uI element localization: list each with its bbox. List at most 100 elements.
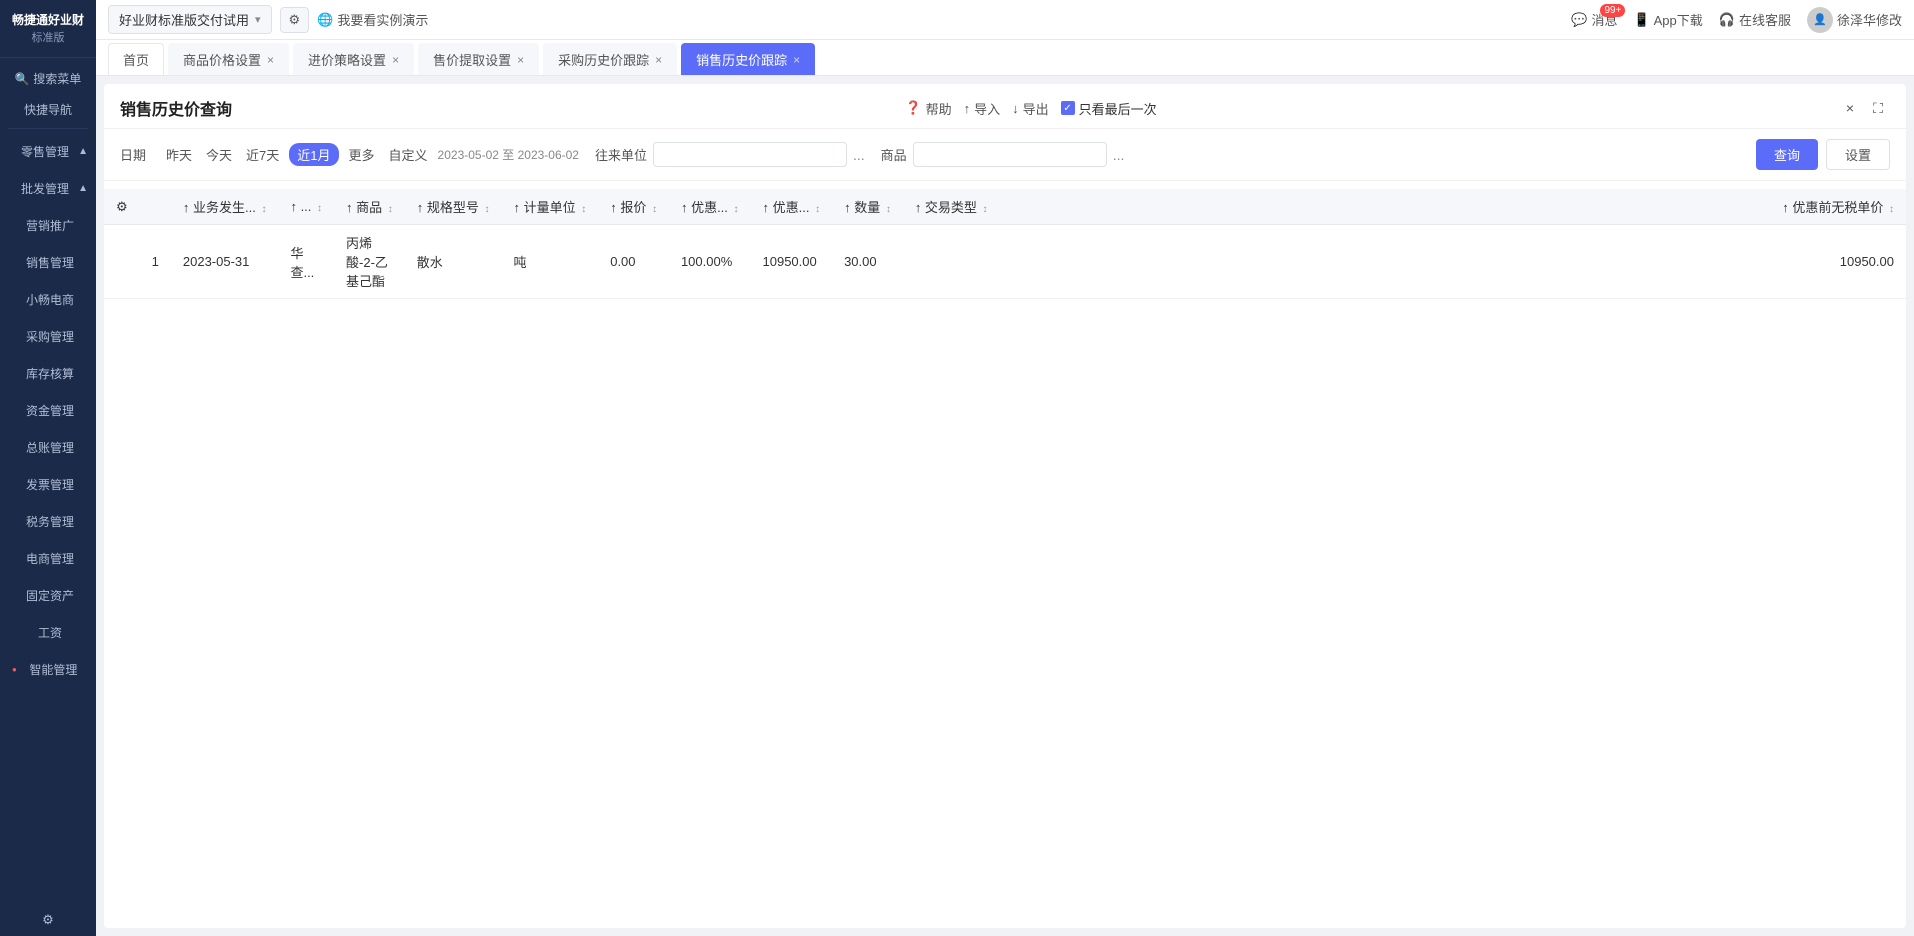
th-tx-type[interactable]: ↑ 交易类型 ↕: [903, 189, 1000, 225]
close-icon[interactable]: ×: [392, 53, 399, 67]
sidebar-item-inventory[interactable]: 库存核算: [0, 355, 96, 392]
th-quantity[interactable]: ↑ 数量 ↕: [832, 189, 903, 225]
sidebar-item-smart[interactable]: 智能管理: [0, 651, 96, 688]
sort-icon: ↕: [1889, 204, 1894, 215]
from-unit-input[interactable]: [662, 147, 838, 162]
sort-icon: ↕: [886, 204, 891, 215]
export-label: 导出: [1023, 99, 1049, 118]
help-button[interactable]: ❓ 帮助: [905, 99, 951, 118]
import-button[interactable]: ↑ 导入: [964, 99, 1001, 118]
only-last-label: 只看最后一次: [1079, 99, 1157, 118]
close-icon[interactable]: ×: [267, 53, 274, 67]
app-download-button[interactable]: 📱 App下载: [1633, 10, 1702, 29]
table-body: 1 2023-05-31 华查... 丙烯酸-2-乙基己酯 散水 吨 0.00 …: [104, 225, 1906, 299]
query-button[interactable]: 查询: [1756, 139, 1818, 170]
sidebar-item-retail[interactable]: 零售管理 ▲: [0, 133, 96, 170]
mobile-icon: 📱: [1633, 12, 1649, 28]
cell-quantity: 30.00: [832, 225, 903, 299]
tab-purchase-history-label: 采购历史价跟踪: [558, 50, 649, 69]
sidebar-item-invoice-label: 发票管理: [12, 476, 88, 493]
sidebar-item-capital[interactable]: 资金管理: [0, 392, 96, 429]
date-btn-custom[interactable]: 自定义: [385, 143, 432, 166]
date-btn-7days[interactable]: 近7天: [242, 143, 283, 166]
close-window-button[interactable]: ×: [1838, 96, 1862, 120]
maximize-window-button[interactable]: ⛶: [1866, 96, 1890, 120]
tab-purchase-strategy[interactable]: 进价策略设置 ×: [293, 43, 414, 75]
close-icon[interactable]: ×: [793, 53, 800, 67]
sidebar-item-wholesale-label: 批发管理: [12, 180, 78, 197]
date-btn-yesterday[interactable]: 昨天: [162, 143, 196, 166]
sidebar-item-inventory-label: 库存核算: [12, 365, 88, 382]
cell-no-tax-price: 10950.00: [1770, 225, 1906, 299]
sidebar-settings[interactable]: ⚙: [0, 904, 96, 936]
demo-link[interactable]: 🌐 我要看实例演示: [317, 10, 428, 29]
tab-sale-extract[interactable]: 售价提取设置 ×: [418, 43, 539, 75]
th-discount1[interactable]: ↑ 优惠... ↕: [669, 189, 751, 225]
th-gear[interactable]: ⚙: [104, 189, 140, 225]
export-button[interactable]: ↓ 导出: [1012, 99, 1049, 118]
sidebar-item-invoice[interactable]: 发票管理: [0, 466, 96, 503]
sidebar-item-fixed-assets[interactable]: 固定资产: [0, 577, 96, 614]
only-last-checkbox[interactable]: ✓ 只看最后一次: [1061, 99, 1157, 118]
close-icon[interactable]: ×: [517, 53, 524, 67]
th-product[interactable]: ↑ 商品 ↕: [334, 189, 405, 225]
sidebar-logo: 畅捷通好业财 标准版: [0, 0, 96, 58]
header-settings-button[interactable]: ⚙: [280, 7, 310, 33]
product-input[interactable]: [922, 147, 1098, 162]
user-menu[interactable]: 👤 徐泽华修改: [1807, 7, 1902, 33]
close-icon[interactable]: ×: [655, 53, 662, 67]
sidebar-item-tax[interactable]: 税务管理: [0, 503, 96, 540]
product-dots[interactable]: ...: [1113, 147, 1125, 163]
th-spacer: [1000, 189, 1771, 225]
sidebar-item-sales[interactable]: 销售管理: [0, 244, 96, 281]
tab-home-label: 首页: [123, 50, 149, 69]
sort-asc-icon: ↑: [763, 200, 770, 215]
settings-button[interactable]: 设置: [1826, 139, 1890, 170]
messages-button[interactable]: 💬 消息 99+: [1571, 10, 1617, 29]
th-price[interactable]: ↑ 报价 ↕: [598, 189, 669, 225]
sidebar-item-ecommerce-small-label: 小畅电商: [12, 291, 88, 308]
sort-icon: ↕: [581, 204, 586, 215]
th-discount2[interactable]: ↑ 优惠... ↕: [751, 189, 833, 225]
date-btn-1month[interactable]: 近1月: [289, 143, 338, 166]
date-btn-more[interactable]: 更多: [345, 143, 379, 166]
cell-unit: 吨: [501, 225, 598, 299]
tab-purchase-history[interactable]: 采购历史价跟踪 ×: [543, 43, 677, 75]
product-label: 商品: [881, 145, 907, 164]
sidebar-item-purchase[interactable]: 采购管理: [0, 318, 96, 355]
version-selector[interactable]: 好业财标准版交付试用 ▾: [108, 5, 272, 34]
sort-icon: ↕: [983, 204, 988, 215]
th-biz-date[interactable]: ↑ 业务发生... ↕: [171, 189, 279, 225]
sidebar-item-payroll-label: 工资: [12, 624, 88, 641]
sidebar-search[interactable]: 🔍 搜索菜单: [0, 62, 96, 95]
chevron-down-icon: ▾: [255, 13, 261, 26]
sidebar-item-wholesale[interactable]: 批发管理 ▲: [0, 170, 96, 207]
sidebar-item-ecommerce-small[interactable]: 小畅电商: [0, 281, 96, 318]
tab-home[interactable]: 首页: [108, 43, 164, 75]
sidebar-item-marketing[interactable]: 营销推广: [0, 207, 96, 244]
cell-discount1: 100.00%: [669, 225, 751, 299]
sidebar-quicknav[interactable]: 快捷导航: [0, 95, 96, 124]
header-right: 💬 消息 99+ 📱 App下载 🎧 在线客服 👤 徐泽华修改: [1571, 7, 1902, 33]
tab-sale-history[interactable]: 销售历史价跟踪 ×: [681, 43, 815, 75]
th-no-tax-price[interactable]: ↑ 优惠前无税单价 ↕: [1770, 189, 1906, 225]
from-unit-dots[interactable]: ...: [853, 147, 865, 163]
th-spec[interactable]: ↑ 规格型号 ↕: [405, 189, 502, 225]
table-row: 1 2023-05-31 华查... 丙烯酸-2-乙基己酯 散水 吨 0.00 …: [104, 225, 1906, 299]
help-label: 帮助: [926, 99, 952, 118]
online-service-button[interactable]: 🎧 在线客服: [1719, 10, 1791, 29]
sort-asc-icon: ↑: [290, 199, 297, 214]
sidebar-item-smart-label: 智能管理: [19, 661, 88, 678]
app-download-label: App下载: [1654, 10, 1703, 29]
sort-asc-icon: ↑: [844, 200, 851, 215]
date-btn-today[interactable]: 今天: [202, 143, 236, 166]
th-unit[interactable]: ↑ 计量单位 ↕: [501, 189, 598, 225]
cell-spec: 散水: [405, 225, 502, 299]
tab-product-price[interactable]: 商品价格设置 ×: [168, 43, 289, 75]
sidebar-item-ecommerce[interactable]: 电商管理: [0, 540, 96, 577]
th-dots[interactable]: ↑ ... ↕: [278, 189, 334, 225]
tab-product-price-label: 商品价格设置: [183, 50, 261, 69]
date-range-display: 2023-05-02 至 2023-06-02: [438, 146, 579, 163]
sidebar-item-general-ledger[interactable]: 总账管理: [0, 429, 96, 466]
sidebar-item-payroll[interactable]: 工资: [0, 614, 96, 651]
